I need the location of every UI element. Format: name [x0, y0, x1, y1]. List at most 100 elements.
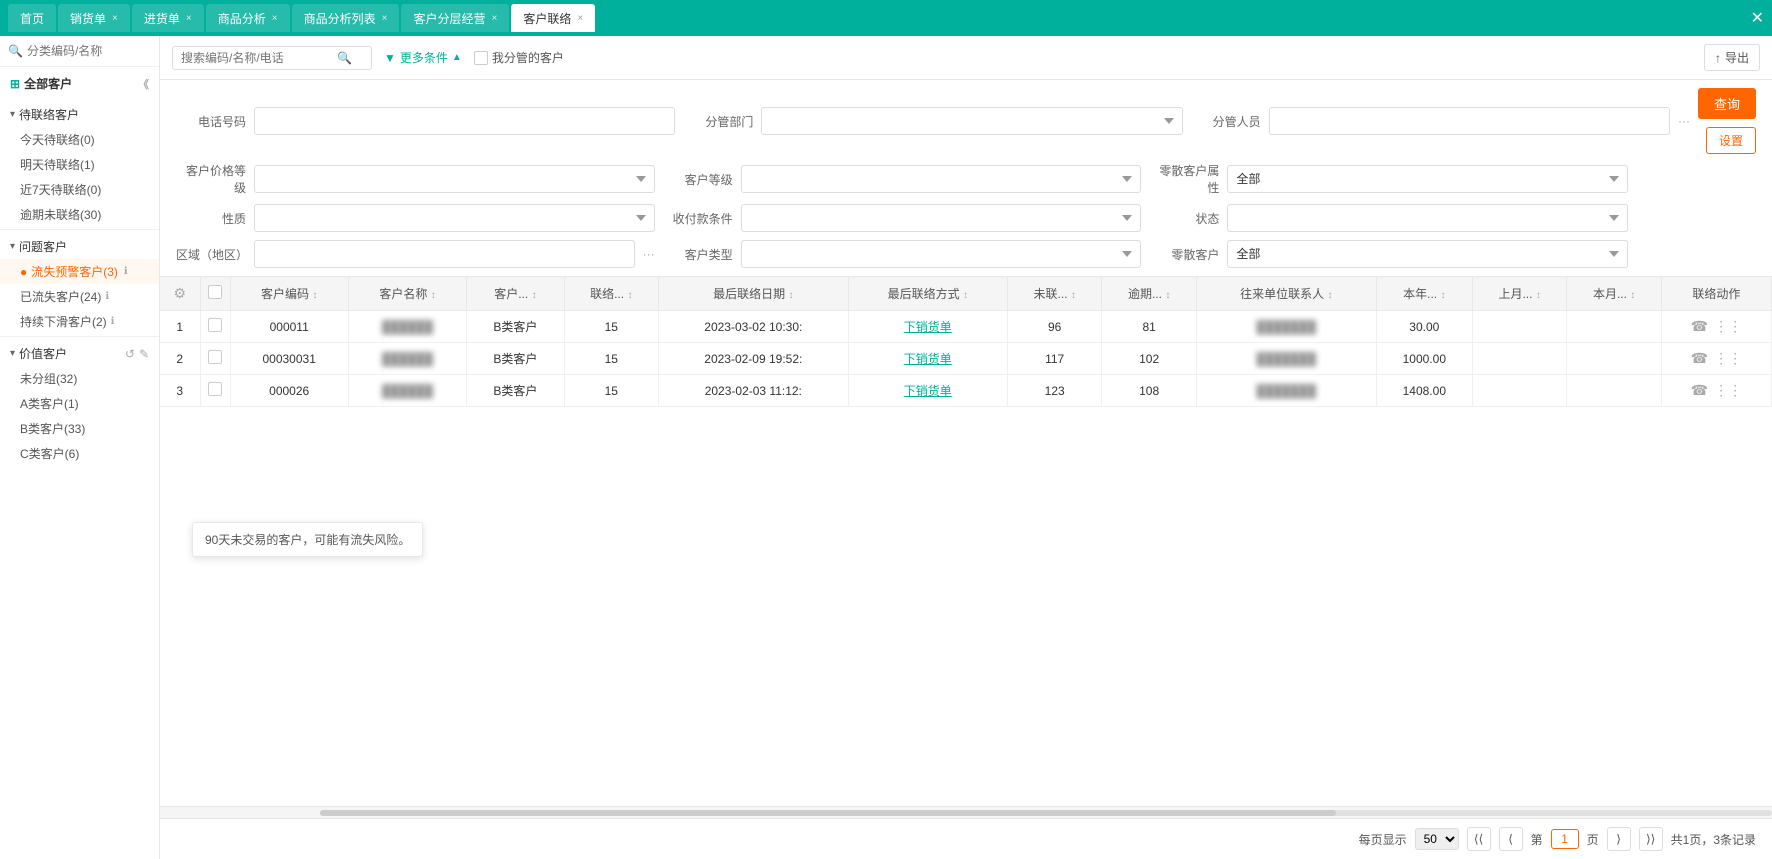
checkbox-my[interactable] — [474, 51, 488, 65]
sidebar-item-declining[interactable]: 持续下滑客户(2) ℹ — [0, 309, 159, 334]
adv-status-select[interactable] — [1227, 204, 1628, 232]
sidebar-item-overdue[interactable]: 逾期未联络(30) — [0, 202, 159, 227]
tab-purchase[interactable]: 进货单 × — [132, 4, 204, 32]
adv-retail-cust-select[interactable]: 全部 — [1227, 240, 1628, 268]
th-name[interactable]: 客户名称 — [348, 277, 466, 311]
th-this-month[interactable]: 本月... — [1567, 277, 1661, 311]
sidebar-group-pending[interactable]: ▾ 待联络客户 — [0, 100, 159, 127]
tab-customer-segment[interactable]: 客户分层经营 × — [401, 4, 509, 32]
filter-more-btn[interactable]: ▼ 更多条件 ▲ — [384, 49, 462, 66]
adv-price-tier-select[interactable] — [254, 165, 655, 193]
th-last-date[interactable]: 最后联络日期 — [659, 277, 849, 311]
row-checkbox-1[interactable] — [208, 318, 222, 332]
sidebar-item-lost-warning[interactable]: ● 流失预警客户(3) ℹ — [0, 259, 159, 284]
th-no-contact[interactable]: 未联... — [1007, 277, 1101, 311]
export-button[interactable]: ↑ 导出 — [1704, 44, 1760, 71]
sidebar-group-problem[interactable]: ▾ 问题客户 — [0, 232, 159, 259]
cell-unit-contact-2: ███████ — [1196, 343, 1376, 375]
cell-contact-2: 15 — [564, 343, 658, 375]
table-settings-icon[interactable]: ⚙ — [173, 285, 186, 301]
sidebar-item-ungrouped[interactable]: 未分组(32) — [0, 366, 159, 391]
adv-payment-select[interactable] — [741, 204, 1142, 232]
tab-sales[interactable]: 销货单 × — [58, 4, 130, 32]
row-checkbox-3[interactable] — [208, 382, 222, 396]
sidebar-group-value[interactable]: ▾ 价值客户 ↺ ✎ — [0, 339, 159, 366]
next-page-btn[interactable]: ⟩ — [1607, 827, 1631, 851]
prev-page-btn[interactable]: ⟨ — [1499, 827, 1523, 851]
sidebar-search-input[interactable] — [27, 44, 151, 58]
th-unit-contact[interactable]: 往来单位联系人 — [1196, 277, 1376, 311]
tab-customer-contact[interactable]: 客户联络 × — [511, 4, 595, 32]
page-suffix: 页 — [1587, 831, 1599, 848]
scrollbar-track — [320, 810, 1772, 816]
tab-analysis-list[interactable]: 商品分析列表 × — [292, 4, 400, 32]
cell-last-method-2[interactable]: 下销货单 — [848, 343, 1007, 375]
settings-button[interactable]: 设置 — [1706, 127, 1756, 154]
action-more-icon-1[interactable]: ⋮⋮ — [1714, 318, 1742, 335]
th-last-month[interactable]: 上月... — [1472, 277, 1566, 311]
th-type[interactable]: 客户... — [467, 277, 564, 311]
action-more-icon-2[interactable]: ⋮⋮ — [1714, 350, 1742, 367]
cell-last-method-1[interactable]: 下销货单 — [848, 311, 1007, 343]
th-this-year[interactable]: 本年... — [1376, 277, 1472, 311]
filter-search-input[interactable] — [181, 51, 331, 65]
tab-analysis-close[interactable]: × — [272, 13, 278, 24]
cell-this-month-3 — [1567, 375, 1661, 407]
th-last-method[interactable]: 最后联络方式 — [848, 277, 1007, 311]
close-window-button[interactable]: ✕ — [1751, 8, 1764, 28]
sidebar-item-class-c[interactable]: C类客户(6) — [0, 441, 159, 466]
current-page[interactable]: 1 — [1551, 829, 1579, 849]
cell-check-3[interactable] — [200, 375, 230, 407]
tab-sales-close[interactable]: × — [112, 13, 118, 24]
cell-last-method-3[interactable]: 下销货单 — [848, 375, 1007, 407]
refresh-icon[interactable]: ↺ — [125, 347, 135, 361]
filter-my-customers[interactable]: 我分管的客户 — [474, 49, 564, 66]
sidebar-item-today[interactable]: 今天待联络(0) — [0, 127, 159, 152]
tab-analysis-list-close[interactable]: × — [382, 13, 388, 24]
action-more-icon-3[interactable]: ⋮⋮ — [1714, 382, 1742, 399]
th-contact[interactable]: 联络... — [564, 277, 658, 311]
cell-contact-3: 15 — [564, 375, 658, 407]
first-page-btn[interactable]: ⟨⟨ — [1467, 827, 1491, 851]
th-overdue[interactable]: 逾期... — [1102, 277, 1196, 311]
filter-search-icon[interactable]: 🔍 — [337, 51, 352, 65]
adv-region-dots[interactable]: ··· — [643, 247, 655, 261]
last-page-btn[interactable]: ⟩⟩ — [1639, 827, 1663, 851]
adv-region-input[interactable] — [254, 240, 635, 268]
action-contact-icon-2[interactable]: ☎ — [1691, 350, 1708, 367]
per-page-select[interactable]: 50 — [1415, 828, 1459, 850]
adv-grade-select[interactable] — [741, 165, 1142, 193]
th-code[interactable]: 客户编码 — [230, 277, 348, 311]
adv-cust-type-select[interactable] — [741, 240, 1142, 268]
tab-customer-contact-close[interactable]: × — [577, 13, 583, 24]
adv-phone-input[interactable] — [254, 107, 675, 135]
cell-num-3: 3 — [160, 375, 200, 407]
cell-check-2[interactable] — [200, 343, 230, 375]
sidebar-collapse-btn[interactable]: 《 — [138, 76, 149, 92]
select-all-checkbox[interactable] — [208, 285, 222, 299]
edit-icon[interactable]: ✎ — [139, 347, 149, 361]
adv-person-dots[interactable]: ··· — [1678, 114, 1690, 128]
sidebar-item-week[interactable]: 近7天待联络(0) — [0, 177, 159, 202]
tab-customer-segment-close[interactable]: × — [491, 13, 497, 24]
tab-home[interactable]: 首页 — [8, 4, 56, 32]
action-contact-icon-3[interactable]: ☎ — [1691, 382, 1708, 399]
adv-dept-select[interactable] — [761, 107, 1182, 135]
cell-check-1[interactable] — [200, 311, 230, 343]
tab-analysis[interactable]: 商品分析 × — [206, 4, 290, 32]
scrollbar-thumb[interactable] — [320, 810, 1336, 816]
sidebar-item-class-b[interactable]: B类客户(33) — [0, 416, 159, 441]
query-button[interactable]: 查询 — [1698, 88, 1756, 119]
adv-person-input[interactable] — [1269, 107, 1670, 135]
adv-nature-select[interactable] — [254, 204, 655, 232]
sidebar-item-class-a[interactable]: A类客户(1) — [0, 391, 159, 416]
adv-retail-attr-select[interactable]: 全部 — [1227, 165, 1628, 193]
action-contact-icon-1[interactable]: ☎ — [1691, 318, 1708, 335]
sidebar-group-value-label: 价值客户 — [19, 345, 67, 362]
sidebar-item-tomorrow[interactable]: 明天待联络(1) — [0, 152, 159, 177]
sidebar-item-already-lost[interactable]: 已流失客户(24) ℹ — [0, 284, 159, 309]
cell-code-3: 000026 — [230, 375, 348, 407]
row-checkbox-2[interactable] — [208, 350, 222, 364]
tab-purchase-close[interactable]: × — [186, 13, 192, 24]
sidebar-root[interactable]: ⊞ 全部客户 《 — [0, 67, 159, 100]
